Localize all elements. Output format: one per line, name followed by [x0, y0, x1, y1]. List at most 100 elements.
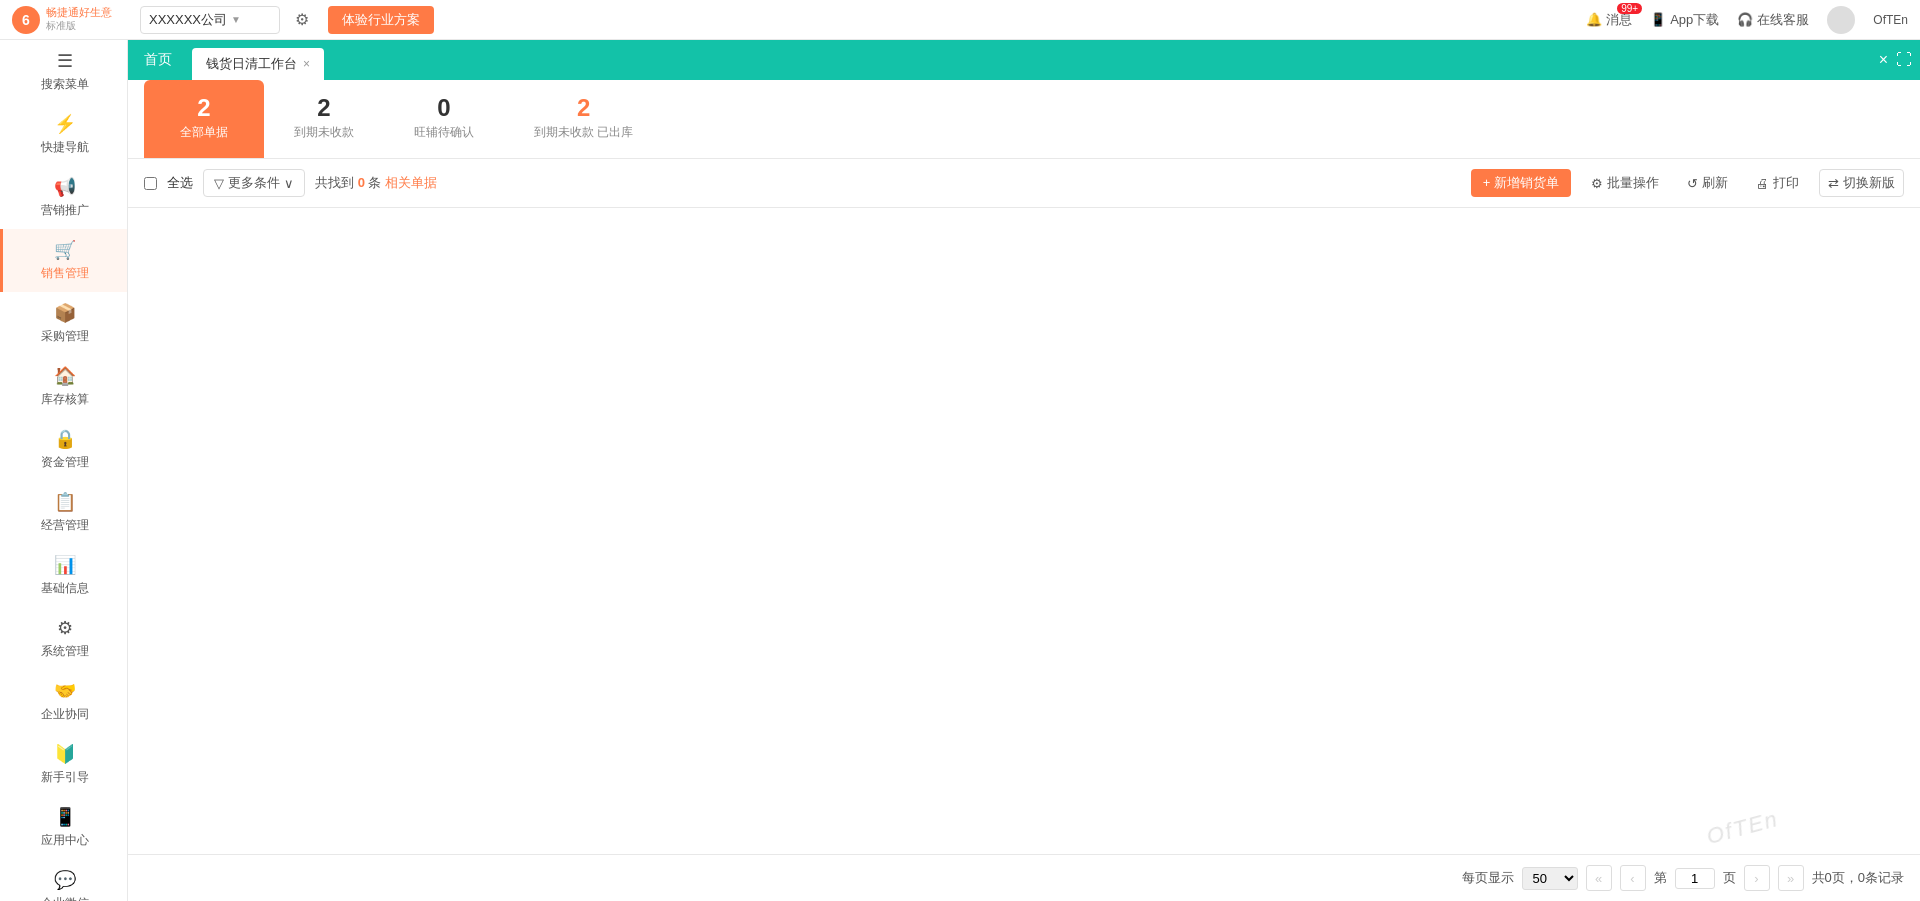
- layout: ☰ 搜索菜单 ⚡ 快捷导航 📢 营销推广 🛒 销售管理 📦 采购管理 🏠 库存核…: [0, 40, 1920, 901]
- refresh-btn[interactable]: ↺ 刷新: [1679, 170, 1736, 196]
- sidebar-item-quick-nav[interactable]: ⚡ 快捷导航: [0, 103, 127, 166]
- messages-badge: 99+: [1617, 3, 1642, 14]
- new-sale-btn[interactable]: + 新增销货单: [1471, 169, 1571, 197]
- sidebar-item-wechat-biz[interactable]: 💬 企业微信: [0, 859, 127, 901]
- stat-wangwang[interactable]: 0 旺辅待确认: [384, 80, 504, 158]
- stat-all[interactable]: 2 全部单据: [144, 80, 264, 158]
- tab-active-label: 钱货日清工作台: [206, 55, 297, 73]
- sidebar-item-funds[interactable]: 🔒 资金管理: [0, 418, 127, 481]
- sidebar-item-app-center[interactable]: 📱 应用中心: [0, 796, 127, 859]
- last-page-btn[interactable]: »: [1778, 865, 1804, 891]
- result-count: 0: [358, 175, 365, 190]
- sidebar-label-app-center: 应用中心: [41, 832, 89, 849]
- company-name: XXXXXX公司: [149, 11, 227, 29]
- app-download-btn[interactable]: 📱 App下载: [1650, 11, 1719, 29]
- filter-label: 更多条件: [228, 174, 280, 192]
- next-page-btn[interactable]: ›: [1744, 865, 1770, 891]
- sidebar-label-wechat-biz: 企业微信: [41, 895, 89, 901]
- filter-icon: ▽: [214, 176, 224, 191]
- tab-minimize-icon[interactable]: ×: [1879, 51, 1888, 69]
- sidebar-item-marketing[interactable]: 📢 营销推广: [0, 166, 127, 229]
- batch-label: 批量操作: [1607, 174, 1659, 192]
- sidebar-label-search-menu: 搜索菜单: [41, 76, 89, 93]
- pagination: 每页显示 50 100 200 « ‹ 第 页 › » 共0页，0条记录: [128, 854, 1920, 901]
- tab-close-icon[interactable]: ×: [303, 57, 310, 71]
- settings-icon[interactable]: ⚙: [288, 6, 316, 34]
- search-menu-icon: ☰: [57, 50, 73, 72]
- header: 6 畅捷通好生意 标准版 XXXXXX公司 ▼ ⚙ 体验行业方案 🔔 消息 99…: [0, 0, 1920, 40]
- tab-home[interactable]: 首页: [128, 40, 188, 80]
- logo-sub: 标准版: [46, 19, 112, 33]
- switch-icon: ⇄: [1828, 176, 1839, 191]
- sidebar-item-sales[interactable]: 🛒 销售管理: [0, 229, 127, 292]
- tab-controls: × ⛶: [1879, 51, 1920, 69]
- sidebar-item-search-menu[interactable]: ☰ 搜索菜单: [0, 40, 127, 103]
- filter-btn[interactable]: ▽ 更多条件 ∨: [203, 169, 305, 197]
- messages-btn[interactable]: 🔔 消息 99+: [1586, 11, 1632, 29]
- industry-btn[interactable]: 体验行业方案: [328, 6, 434, 34]
- app-download-label: App下载: [1670, 11, 1719, 29]
- batch-btn[interactable]: ⚙ 批量操作: [1583, 170, 1667, 196]
- online-service-btn[interactable]: 🎧 在线客服: [1737, 11, 1809, 29]
- print-icon: 🖨: [1756, 176, 1769, 191]
- sidebar-item-operations[interactable]: 📋 经营管理: [0, 481, 127, 544]
- sidebar-item-system[interactable]: ⚙ 系统管理: [0, 607, 127, 670]
- sidebar-item-newbie[interactable]: 🔰 新手引导: [0, 733, 127, 796]
- marketing-icon: 📢: [54, 176, 76, 198]
- sidebar-label-base-info: 基础信息: [41, 580, 89, 597]
- main-area: 首页 钱货日清工作台 × × ⛶ 2 全部单据 2 到期未收款: [128, 40, 1920, 901]
- toolbar-left: 全选 ▽ 更多条件 ∨ 共找到 0 条 相关单据: [144, 169, 1459, 197]
- sidebar-label-marketing: 营销推广: [41, 202, 89, 219]
- stat-overdue-unpaid[interactable]: 2 到期未收款: [264, 80, 384, 158]
- stat-overdue-not-shipped-num: 2: [577, 94, 590, 122]
- company-selector[interactable]: XXXXXX公司 ▼: [140, 6, 280, 34]
- app-center-icon: 📱: [54, 806, 76, 828]
- per-page-label: 每页显示: [1462, 869, 1514, 887]
- base-info-icon: 📊: [54, 554, 76, 576]
- per-page-select[interactable]: 50 100 200: [1522, 867, 1578, 890]
- result-link[interactable]: 相关单据: [385, 175, 437, 190]
- online-service-label: 在线客服: [1757, 11, 1809, 29]
- bell-icon: 🔔: [1586, 12, 1602, 27]
- toolbar: 全选 ▽ 更多条件 ∨ 共找到 0 条 相关单据 + 新增销货单: [128, 159, 1920, 208]
- wechat-biz-icon: 💬: [54, 869, 76, 891]
- purchase-icon: 📦: [54, 302, 76, 324]
- header-right: 🔔 消息 99+ 📱 App下载 🎧 在线客服 OfTEn: [1586, 6, 1908, 34]
- inventory-icon: 🏠: [54, 365, 76, 387]
- toolbar-right: + 新增销货单 ⚙ 批量操作 ↺ 刷新 🖨 打印 ⇄: [1471, 169, 1904, 197]
- operations-icon: 📋: [54, 491, 76, 513]
- first-page-btn[interactable]: «: [1586, 865, 1612, 891]
- result-text: 共找到 0 条 相关单据: [315, 174, 437, 192]
- page-input[interactable]: [1675, 868, 1715, 889]
- stat-wangwang-num: 0: [437, 94, 450, 122]
- sidebar-item-base-info[interactable]: 📊 基础信息: [0, 544, 127, 607]
- stats-row: 2 全部单据 2 到期未收款 0 旺辅待确认 2 到期未收款 已出库: [128, 80, 1920, 159]
- sidebar-label-enterprise: 企业协同: [41, 706, 89, 723]
- logo-icon: 6: [12, 6, 40, 34]
- sidebar-item-purchase[interactable]: 📦 采购管理: [0, 292, 127, 355]
- select-all-checkbox[interactable]: [144, 177, 157, 190]
- filter-arrow-icon: ∨: [284, 176, 294, 191]
- avatar[interactable]: [1827, 6, 1855, 34]
- print-btn[interactable]: 🖨 打印: [1748, 170, 1807, 196]
- sidebar-item-inventory[interactable]: 🏠 库存核算: [0, 355, 127, 418]
- logo: 6 畅捷通好生意 标准版: [12, 6, 140, 34]
- tab-active[interactable]: 钱货日清工作台 ×: [192, 48, 324, 80]
- prev-page-btn[interactable]: ‹: [1620, 865, 1646, 891]
- tab-maximize-icon[interactable]: ⛶: [1896, 51, 1912, 69]
- stat-overdue-not-shipped[interactable]: 2 到期未收款 已出库: [504, 80, 663, 158]
- refresh-label: 刷新: [1702, 174, 1728, 192]
- table-area: [128, 208, 1920, 854]
- stat-wangwang-label: 旺辅待确认: [414, 124, 474, 141]
- switch-version-btn[interactable]: ⇄ 切换新版: [1819, 169, 1904, 197]
- tab-bar: 首页 钱货日清工作台 × × ⛶: [128, 40, 1920, 80]
- system-icon: ⚙: [57, 617, 73, 639]
- sales-icon: 🛒: [54, 239, 76, 261]
- page-suffix: 页: [1723, 869, 1736, 887]
- sidebar-item-enterprise[interactable]: 🤝 企业协同: [0, 670, 127, 733]
- sidebar: ☰ 搜索菜单 ⚡ 快捷导航 📢 营销推广 🛒 销售管理 📦 采购管理 🏠 库存核…: [0, 40, 128, 901]
- sidebar-label-newbie: 新手引导: [41, 769, 89, 786]
- company-arrow-icon: ▼: [231, 14, 241, 25]
- batch-icon: ⚙: [1591, 176, 1603, 191]
- sidebar-label-operations: 经营管理: [41, 517, 89, 534]
